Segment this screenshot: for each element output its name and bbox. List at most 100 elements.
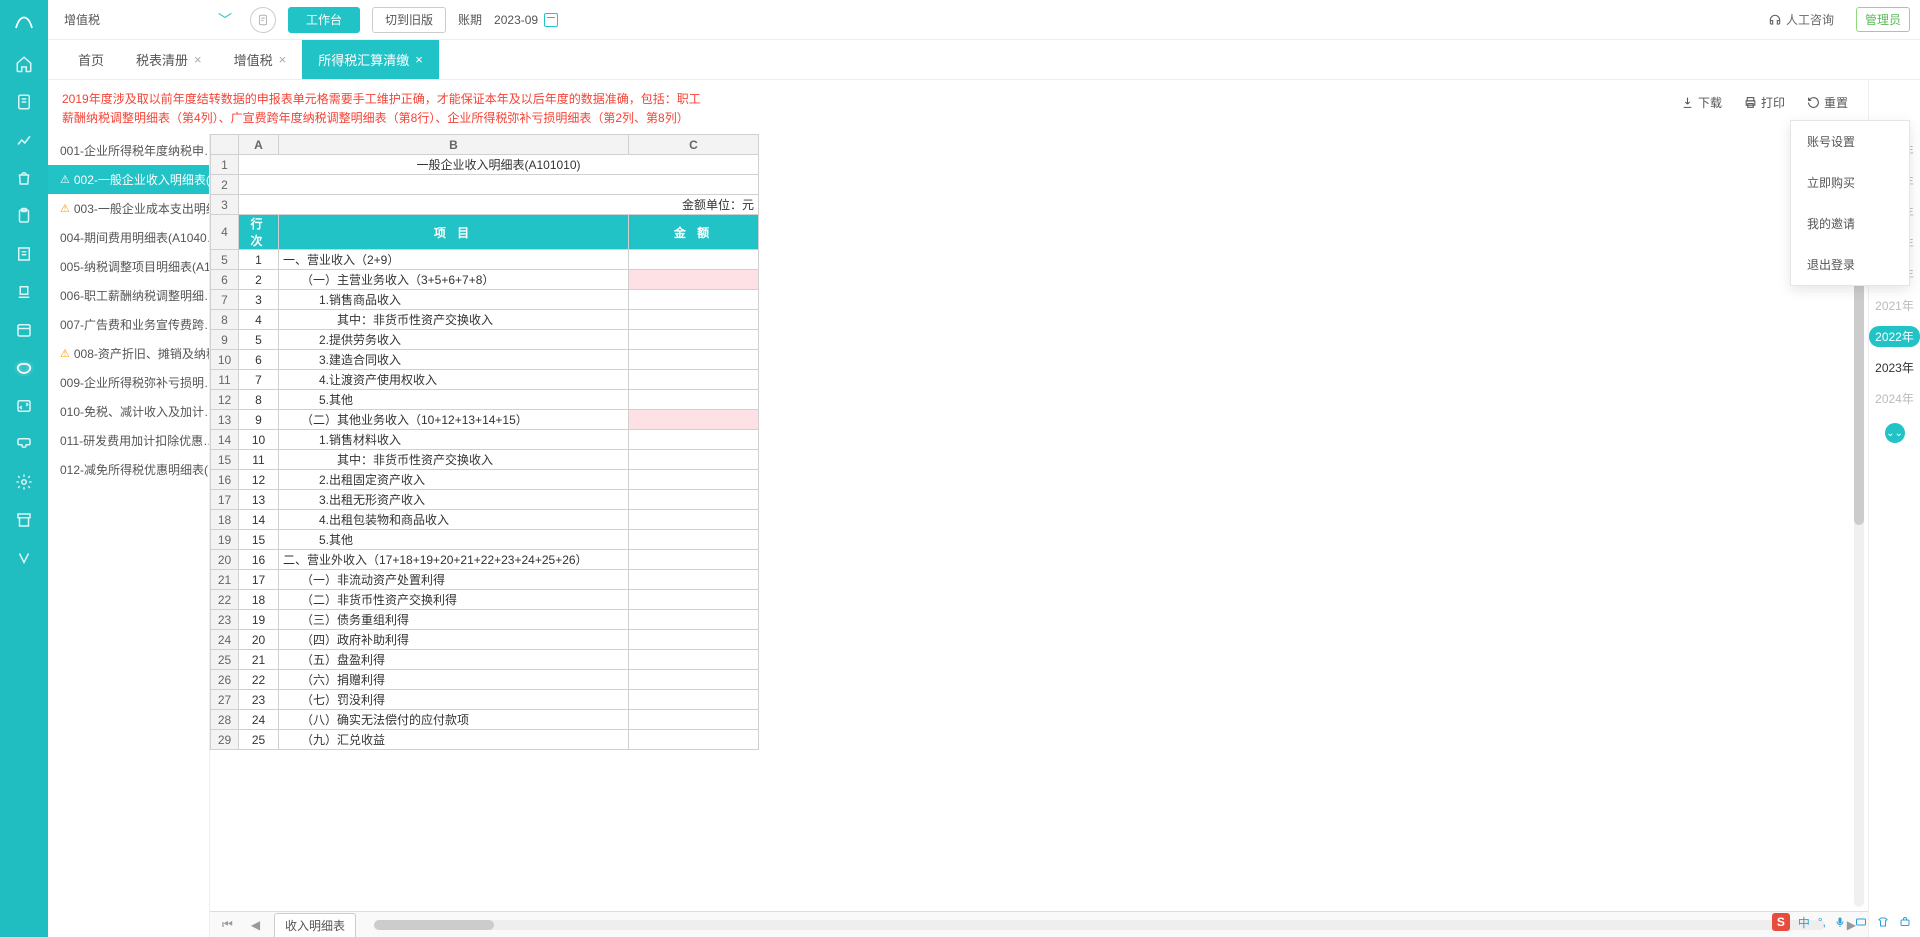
sheet-tab[interactable]: 收入明细表	[274, 913, 356, 937]
amount-cell[interactable]	[629, 290, 759, 310]
row-header[interactable]: 18	[211, 510, 239, 530]
amount-cell[interactable]	[629, 610, 759, 630]
row-header[interactable]: 20	[211, 550, 239, 570]
user-menu-item[interactable]: 立即购买	[1791, 162, 1909, 203]
row-header[interactable]: 27	[211, 690, 239, 710]
amount-cell[interactable]	[629, 490, 759, 510]
document-list-item[interactable]: 006-职工薪酬纳税调整明细…	[48, 281, 209, 310]
amount-cell[interactable]	[629, 570, 759, 590]
amount-cell[interactable]	[629, 550, 759, 570]
document-list-item[interactable]: ⚠002-一般企业收入明细表(A1…	[48, 165, 209, 194]
print-button[interactable]: 打印	[1744, 94, 1785, 111]
row-header[interactable]: 29	[211, 730, 239, 750]
row-header[interactable]: 17	[211, 490, 239, 510]
user-menu-item[interactable]: 账号设置	[1791, 121, 1909, 162]
amount-cell[interactable]	[629, 650, 759, 670]
row-header[interactable]: 21	[211, 570, 239, 590]
nav-v-icon[interactable]	[14, 548, 34, 568]
sheet-nav-prev[interactable]: ◀	[247, 918, 264, 932]
close-icon[interactable]: ×	[194, 52, 202, 67]
nav-receipt-icon[interactable]	[14, 244, 34, 264]
reset-button[interactable]: 重置	[1807, 94, 1848, 111]
document-list-item[interactable]: ⚠003-一般企业成本支出明细…	[48, 194, 209, 223]
ime-lang[interactable]: 中	[1798, 914, 1810, 931]
row-header[interactable]: 15	[211, 450, 239, 470]
column-header[interactable]: A	[239, 135, 279, 155]
document-list-item[interactable]: 009-企业所得税弥补亏损明…	[48, 368, 209, 397]
amount-cell[interactable]	[629, 390, 759, 410]
ime-toolbox-icon[interactable]	[1898, 916, 1912, 928]
amount-cell[interactable]	[629, 530, 759, 550]
column-header[interactable]: B	[279, 135, 629, 155]
workbench-button[interactable]: 工作台	[288, 7, 360, 33]
ime-mic-icon[interactable]	[1834, 916, 1846, 928]
round-doc-icon[interactable]	[250, 7, 276, 33]
row-header[interactable]: 4	[211, 215, 239, 250]
nav-tax-icon[interactable]	[14, 358, 34, 378]
download-button[interactable]: 下载	[1681, 94, 1722, 111]
row-header[interactable]: 28	[211, 710, 239, 730]
amount-cell[interactable]	[629, 270, 759, 290]
nav-home-icon[interactable]	[14, 54, 34, 74]
switch-old-button[interactable]: 切到旧版	[372, 7, 446, 33]
document-list-item[interactable]: 005-纳税调整项目明细表(A1…	[48, 252, 209, 281]
user-menu-item[interactable]: 我的邀请	[1791, 203, 1909, 244]
sheet-nav-first[interactable]: ⏮	[218, 917, 237, 932]
amount-cell[interactable]	[629, 450, 759, 470]
year-item[interactable]: 2024年	[1871, 388, 1918, 409]
admin-chip[interactable]: 管理员	[1856, 7, 1910, 32]
nav-calendar-icon[interactable]	[14, 320, 34, 340]
nav-doc-icon[interactable]	[14, 92, 34, 112]
row-header[interactable]: 3	[211, 195, 239, 215]
row-header[interactable]: 23	[211, 610, 239, 630]
nav-stamp-icon[interactable]	[14, 282, 34, 302]
ime-logo-icon[interactable]: S	[1772, 913, 1790, 931]
amount-cell[interactable]	[629, 670, 759, 690]
nav-archive-icon[interactable]	[14, 510, 34, 530]
row-header[interactable]: 26	[211, 670, 239, 690]
ime-punct-icon[interactable]: °,	[1818, 915, 1826, 929]
nav-transfer-icon[interactable]	[14, 396, 34, 416]
tab[interactable]: 税表清册×	[120, 40, 218, 79]
row-header[interactable]: 25	[211, 650, 239, 670]
tab[interactable]: 首页	[62, 40, 120, 79]
tab[interactable]: 所得税汇算清缴×	[302, 40, 439, 79]
amount-cell[interactable]	[629, 250, 759, 270]
nav-clipboard-icon[interactable]	[14, 206, 34, 226]
document-list-item[interactable]: 004-期间费用明细表(A1040…	[48, 223, 209, 252]
horizontal-scrollbar[interactable]	[374, 920, 1825, 930]
nav-inbox-icon[interactable]	[14, 434, 34, 454]
row-header[interactable]: 9	[211, 330, 239, 350]
document-list-item[interactable]: 011-研发费用加计扣除优惠…	[48, 426, 209, 455]
amount-cell[interactable]	[629, 510, 759, 530]
amount-cell[interactable]	[629, 330, 759, 350]
nav-bag-icon[interactable]	[14, 168, 34, 188]
vertical-scrollbar[interactable]	[1854, 245, 1864, 907]
close-icon[interactable]: ×	[279, 52, 287, 67]
row-header[interactable]: 8	[211, 310, 239, 330]
ime-keyboard-icon[interactable]	[1854, 916, 1868, 928]
row-header[interactable]: 7	[211, 290, 239, 310]
amount-cell[interactable]	[629, 310, 759, 330]
year-more-button[interactable]: ⌄⌄	[1885, 423, 1905, 443]
document-list-item[interactable]: 007-广告费和业务宣传费跨…	[48, 310, 209, 339]
row-header[interactable]: 11	[211, 370, 239, 390]
year-item[interactable]: 2021年	[1871, 295, 1918, 316]
amount-cell[interactable]	[629, 630, 759, 650]
user-menu-item[interactable]: 退出登录	[1791, 244, 1909, 285]
row-header[interactable]: 5	[211, 250, 239, 270]
document-list-item[interactable]: 010-免税、减计收入及加计…	[48, 397, 209, 426]
year-item[interactable]: 2022年	[1869, 326, 1920, 347]
amount-cell[interactable]	[629, 470, 759, 490]
document-list-item[interactable]: 012-减免所得税优惠明细表(…	[48, 455, 209, 484]
amount-cell[interactable]	[629, 590, 759, 610]
row-header[interactable]: 24	[211, 630, 239, 650]
row-header[interactable]: 16	[211, 470, 239, 490]
column-header[interactable]: C	[629, 135, 759, 155]
document-list-item[interactable]: ⚠008-资产折旧、摊销及纳税…	[48, 339, 209, 368]
row-header[interactable]: 13	[211, 410, 239, 430]
amount-cell[interactable]	[629, 710, 759, 730]
row-header[interactable]: 6	[211, 270, 239, 290]
amount-cell[interactable]	[629, 690, 759, 710]
nav-chart-icon[interactable]	[14, 130, 34, 150]
